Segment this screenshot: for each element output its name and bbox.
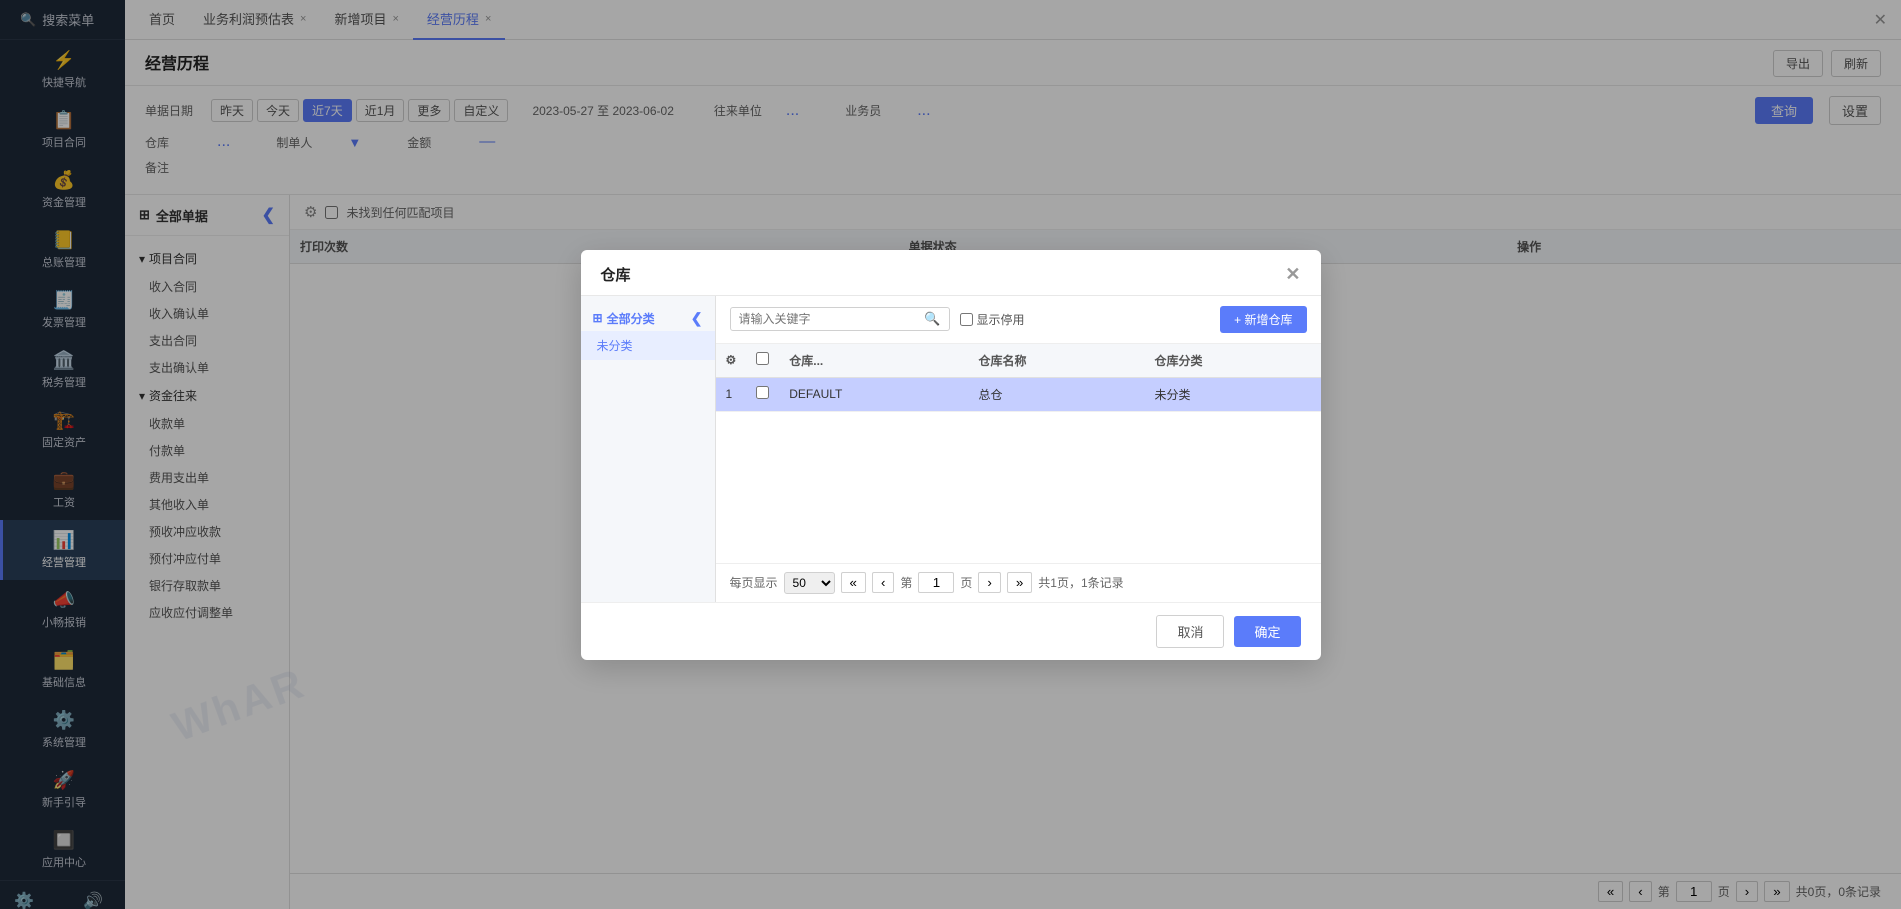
modal-left-header: ⊞ 全部分类 ❮ bbox=[581, 306, 715, 331]
modal-per-page-label: 每页显示 bbox=[730, 574, 778, 591]
modal-left-title: 全部分类 bbox=[607, 310, 655, 327]
modal-last-btn[interactable]: » bbox=[1007, 572, 1032, 593]
show-disabled-checkbox[interactable] bbox=[960, 313, 973, 326]
modal-page-input[interactable] bbox=[918, 572, 954, 593]
warehouse-modal: 仓库 ✕ ⊞ 全部分类 ❮ 未分类 🔍 显示停用 + bbox=[581, 250, 1321, 660]
modal-table: ⚙ 仓库... 仓库名称 仓库分类 1 DEFAULT 总仓 bbox=[716, 344, 1321, 412]
col-code: 仓库... bbox=[779, 344, 968, 378]
search-input[interactable] bbox=[739, 312, 925, 326]
modal-page-label-post: 页 bbox=[960, 574, 972, 591]
modal-body: ⊞ 全部分类 ❮ 未分类 🔍 显示停用 + 新增仓库 bbox=[581, 296, 1321, 602]
modal-footer-buttons: 取消 确定 bbox=[581, 602, 1321, 660]
show-disabled-toggle: 显示停用 bbox=[960, 311, 1025, 328]
modal-header: 仓库 ✕ bbox=[581, 250, 1321, 296]
show-disabled-label: 显示停用 bbox=[977, 311, 1025, 328]
modal-first-btn[interactable]: « bbox=[841, 572, 866, 593]
row-category: 未分类 bbox=[1144, 377, 1320, 411]
row-checkbox[interactable] bbox=[756, 386, 769, 399]
modal-select-all[interactable] bbox=[756, 352, 769, 365]
modal-left-panel: ⊞ 全部分类 ❮ 未分类 bbox=[581, 296, 716, 602]
search-icon-modal[interactable]: 🔍 bbox=[924, 311, 940, 327]
modal-toolbar: 🔍 显示停用 + 新增仓库 bbox=[716, 296, 1321, 344]
modal-table-area: ⚙ 仓库... 仓库名称 仓库分类 1 DEFAULT 总仓 bbox=[716, 344, 1321, 563]
row-name: 总仓 bbox=[968, 377, 1144, 411]
modal-category-unclassified[interactable]: 未分类 bbox=[581, 331, 715, 360]
add-warehouse-button[interactable]: + 新增仓库 bbox=[1220, 306, 1306, 333]
search-box: 🔍 bbox=[730, 307, 950, 331]
row-code: DEFAULT bbox=[779, 377, 968, 411]
grid-icon-modal: ⊞ bbox=[593, 311, 603, 325]
modal-prev-btn[interactable]: ‹ bbox=[872, 572, 894, 593]
confirm-button[interactable]: 确定 bbox=[1234, 616, 1300, 647]
col-name: 仓库名称 bbox=[968, 344, 1144, 378]
col-checkbox bbox=[746, 344, 779, 378]
row-index: 1 bbox=[716, 377, 747, 411]
col-gear: ⚙ bbox=[716, 344, 747, 378]
modal-title: 仓库 bbox=[601, 264, 631, 285]
modal-page-label-pre: 第 bbox=[900, 574, 912, 591]
modal-per-page-select[interactable]: 50 20 100 bbox=[784, 572, 835, 594]
modal-right-panel: 🔍 显示停用 + 新增仓库 ⚙ 仓库... 仓库名称 bbox=[716, 296, 1321, 602]
modal-total-info: 共1页，1条记录 bbox=[1038, 574, 1123, 591]
collapse-btn[interactable]: ❮ bbox=[691, 310, 703, 327]
table-row[interactable]: 1 DEFAULT 总仓 未分类 bbox=[716, 377, 1321, 411]
modal-next-btn[interactable]: › bbox=[978, 572, 1000, 593]
modal-close-icon[interactable]: ✕ bbox=[1285, 264, 1300, 285]
modal-table-header: ⚙ 仓库... 仓库名称 仓库分类 bbox=[716, 344, 1321, 378]
cancel-button[interactable]: 取消 bbox=[1156, 615, 1224, 648]
modal-pagination: 每页显示 50 20 100 « ‹ 第 页 › » 共1页，1条记录 bbox=[716, 563, 1321, 602]
col-category: 仓库分类 bbox=[1144, 344, 1320, 378]
